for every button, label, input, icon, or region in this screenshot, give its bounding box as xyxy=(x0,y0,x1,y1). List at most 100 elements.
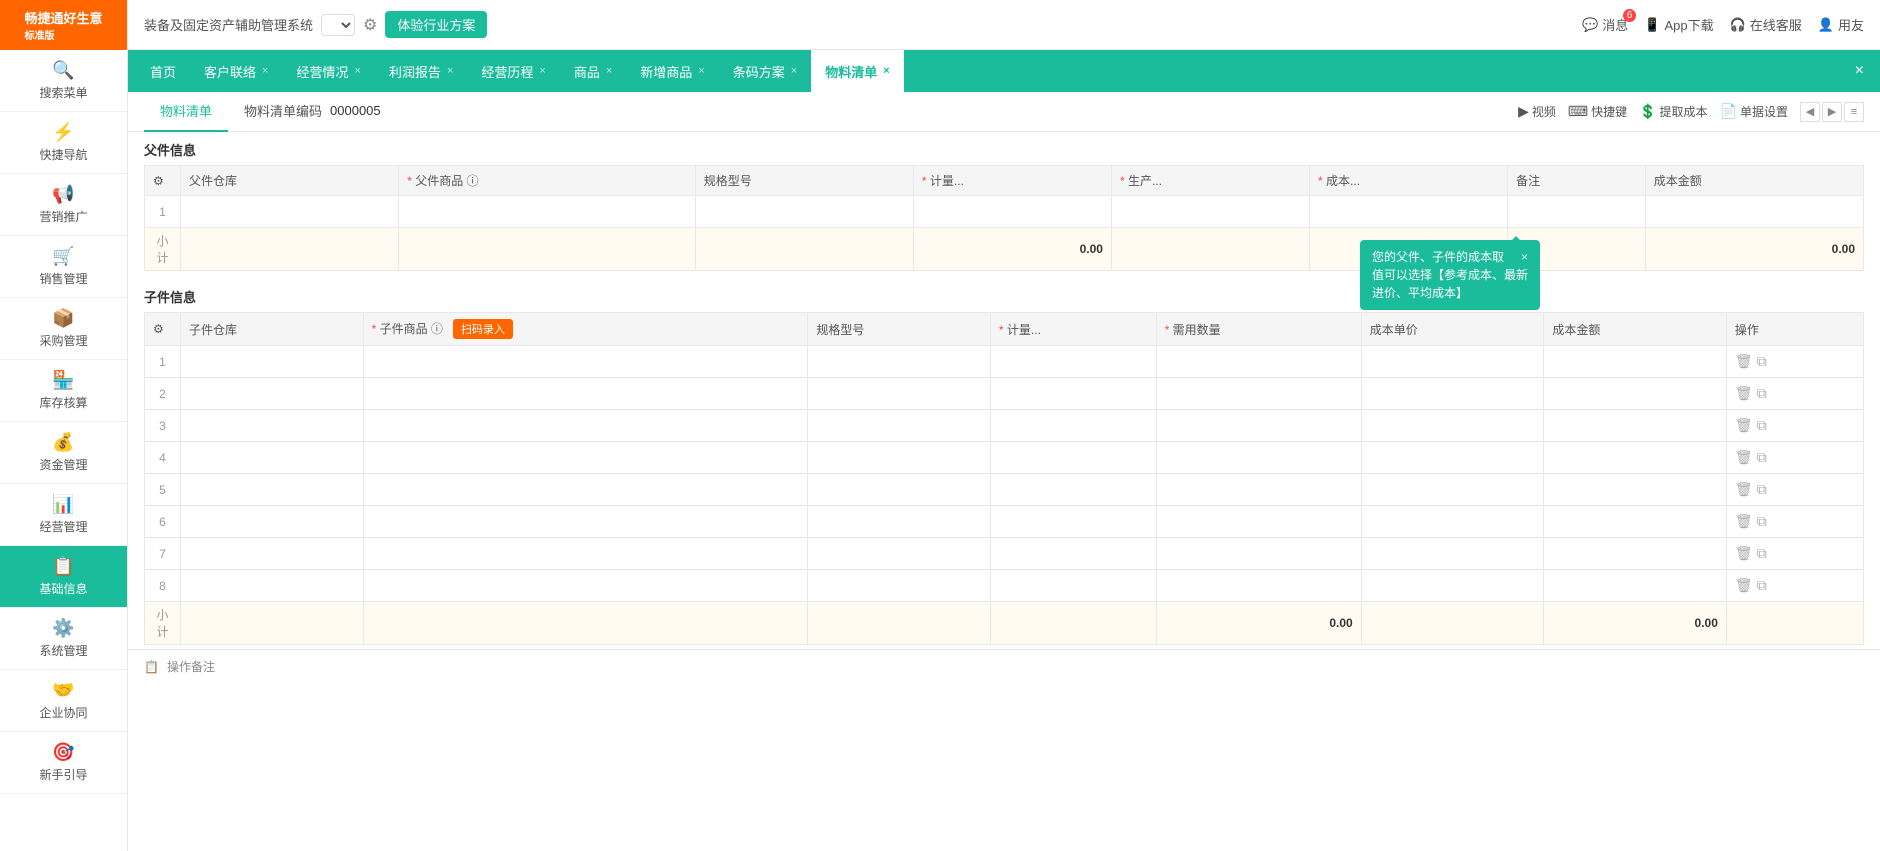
child-row-cost-amount[interactable] xyxy=(1544,570,1727,602)
child-row-unit-cost[interactable] xyxy=(1361,410,1544,442)
copy-icon[interactable]: ⧉ xyxy=(1757,577,1767,594)
sidebar-item-marketing[interactable]: 📢 营销推广 xyxy=(0,174,127,236)
delete-icon[interactable]: 🗑 xyxy=(1735,417,1753,434)
copy-icon[interactable]: ⧉ xyxy=(1757,449,1767,466)
child-row-unit-cost[interactable] xyxy=(1361,442,1544,474)
tab-op-status-close[interactable]: × xyxy=(354,65,360,77)
tab-barcode-close[interactable]: × xyxy=(791,65,797,77)
delete-icon[interactable]: 🗑 xyxy=(1735,353,1753,370)
delete-icon[interactable]: 🗑 xyxy=(1735,545,1753,562)
parent-row-quantity[interactable] xyxy=(913,196,1111,228)
parent-row-spec[interactable] xyxy=(695,196,913,228)
app-download-button[interactable]: 📱 App下载 xyxy=(1644,15,1713,34)
child-row-warehouse[interactable] xyxy=(181,474,364,506)
delete-icon[interactable]: 🗑 xyxy=(1735,481,1753,498)
tab-add-product-close[interactable]: × xyxy=(698,65,704,77)
tab-bom-close[interactable]: × xyxy=(883,65,889,77)
child-row-quantity[interactable] xyxy=(990,442,1156,474)
child-row-product[interactable] xyxy=(363,506,808,538)
delete-icon[interactable]: 🗑 xyxy=(1735,385,1753,402)
tab-barcode[interactable]: 条码方案 × xyxy=(719,50,811,92)
child-row-spec[interactable] xyxy=(808,474,991,506)
sidebar-item-quick-nav[interactable]: ⚡ 快捷导航 xyxy=(0,112,127,174)
child-row-cost-amount[interactable] xyxy=(1544,474,1727,506)
sidebar-item-guide[interactable]: 🎯 新手引导 xyxy=(0,732,127,794)
tab-home[interactable]: 首页 xyxy=(136,50,190,92)
child-row-qty-needed[interactable] xyxy=(1156,570,1361,602)
tab-add-product[interactable]: 新增商品 × xyxy=(626,50,718,92)
menu-icon[interactable]: ≡ xyxy=(1844,102,1864,122)
child-row-unit-cost[interactable] xyxy=(1361,346,1544,378)
sidebar-item-basic-info[interactable]: 📋 基础信息 xyxy=(0,546,127,608)
child-row-warehouse[interactable] xyxy=(181,442,364,474)
copy-icon[interactable]: ⧉ xyxy=(1757,481,1767,498)
sidebar-item-purchase[interactable]: 📦 采购管理 xyxy=(0,298,127,360)
child-row-qty-needed[interactable] xyxy=(1156,474,1361,506)
child-row-unit-cost[interactable] xyxy=(1361,538,1544,570)
child-row-unit-cost[interactable] xyxy=(1361,378,1544,410)
child-col-gear[interactable]: ⚙ xyxy=(145,313,181,346)
user-button[interactable]: 👤 用友 xyxy=(1818,15,1864,34)
scan-input-button[interactable]: 扫码录入 xyxy=(453,319,513,339)
child-row-quantity[interactable] xyxy=(990,378,1156,410)
child-row-spec[interactable] xyxy=(808,378,991,410)
child-row-spec[interactable] xyxy=(808,442,991,474)
shortcut-button[interactable]: ⌨ 快捷键 xyxy=(1568,103,1627,120)
child-row-spec[interactable] xyxy=(808,410,991,442)
parent-row-cost[interactable] xyxy=(1310,196,1508,228)
child-row-spec[interactable] xyxy=(808,346,991,378)
delete-icon[interactable]: 🗑 xyxy=(1735,449,1753,466)
child-row-quantity[interactable] xyxy=(990,346,1156,378)
child-row-product[interactable] xyxy=(363,442,808,474)
child-row-quantity[interactable] xyxy=(990,506,1156,538)
child-row-product[interactable] xyxy=(363,378,808,410)
parent-row-note[interactable] xyxy=(1508,196,1646,228)
sidebar-item-operation[interactable]: 📊 经营管理 xyxy=(0,484,127,546)
child-row-quantity[interactable] xyxy=(990,570,1156,602)
child-row-warehouse[interactable] xyxy=(181,570,364,602)
tab-profit-close[interactable]: × xyxy=(447,65,453,77)
child-row-product[interactable] xyxy=(363,410,808,442)
next-arrow[interactable]: ▶ xyxy=(1822,102,1842,122)
child-row-cost-amount[interactable] xyxy=(1544,346,1727,378)
copy-icon[interactable]: ⧉ xyxy=(1757,417,1767,434)
tooltip-close-button[interactable]: × xyxy=(1521,248,1528,266)
child-row-qty-needed[interactable] xyxy=(1156,506,1361,538)
parent-row-production[interactable] xyxy=(1111,196,1309,228)
child-row-qty-needed[interactable] xyxy=(1156,346,1361,378)
sidebar-item-sales[interactable]: 🛒 销售管理 xyxy=(0,236,127,298)
child-row-qty-needed[interactable] xyxy=(1156,410,1361,442)
online-service-button[interactable]: 🎧 在线客服 xyxy=(1730,15,1802,34)
child-row-cost-amount[interactable] xyxy=(1544,442,1727,474)
child-row-warehouse[interactable] xyxy=(181,538,364,570)
tab-bom[interactable]: 物料清单 × xyxy=(811,50,903,92)
sidebar-item-search[interactable]: 🔍 搜索菜单 xyxy=(0,50,127,112)
trial-button[interactable]: 体验行业方案 xyxy=(385,11,487,38)
child-row-cost-amount[interactable] xyxy=(1544,506,1727,538)
child-row-quantity[interactable] xyxy=(990,474,1156,506)
settings-icon[interactable]: ⚙ xyxy=(363,15,377,35)
prev-arrow[interactable]: ◀ xyxy=(1800,102,1820,122)
sidebar-item-finance[interactable]: 💰 资金管理 xyxy=(0,422,127,484)
parent-row-warehouse[interactable] xyxy=(181,196,399,228)
copy-icon[interactable]: ⧉ xyxy=(1757,385,1767,402)
child-row-qty-needed[interactable] xyxy=(1156,538,1361,570)
tab-history-close[interactable]: × xyxy=(539,65,545,77)
child-row-cost-amount[interactable] xyxy=(1544,410,1727,442)
tab-customer[interactable]: 客户联络 × xyxy=(190,50,282,92)
child-row-qty-needed[interactable] xyxy=(1156,378,1361,410)
child-row-cost-amount[interactable] xyxy=(1544,538,1727,570)
child-row-qty-needed[interactable] xyxy=(1156,442,1361,474)
extract-cost-button[interactable]: 💲 提取成本 xyxy=(1639,103,1707,120)
copy-icon[interactable]: ⧉ xyxy=(1757,513,1767,530)
child-row-unit-cost[interactable] xyxy=(1361,474,1544,506)
child-row-warehouse[interactable] xyxy=(181,378,364,410)
tab-operation-history[interactable]: 经营历程 × xyxy=(467,50,559,92)
view-video-button[interactable]: ▶ 视频 xyxy=(1518,103,1556,120)
parent-row-cost-amount[interactable] xyxy=(1645,196,1863,228)
parent-col-gear[interactable]: ⚙ xyxy=(145,166,181,196)
child-row-warehouse[interactable] xyxy=(181,506,364,538)
child-row-product[interactable] xyxy=(363,474,808,506)
child-row-spec[interactable] xyxy=(808,570,991,602)
tab-profit-report[interactable]: 利润报告 × xyxy=(375,50,467,92)
